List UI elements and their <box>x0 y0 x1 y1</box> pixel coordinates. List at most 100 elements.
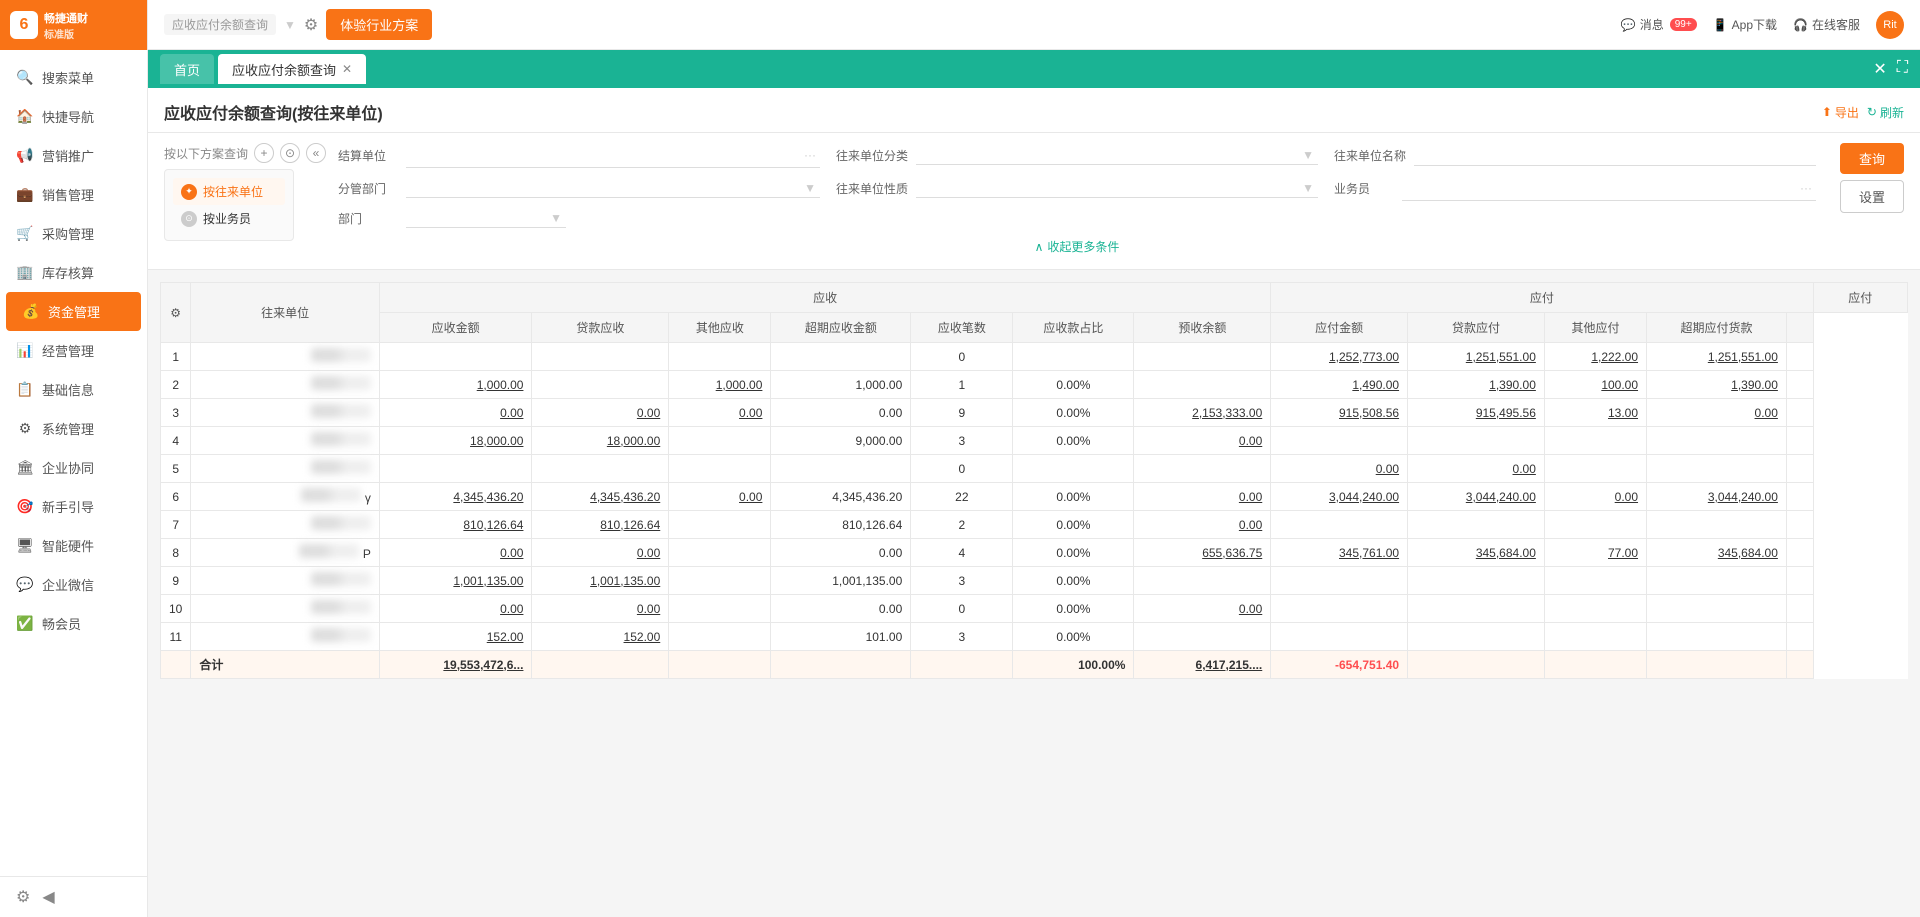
total-payable-amount: -654,751.40 <box>1271 651 1408 679</box>
app-download-action[interactable]: 📱 App下载 <box>1713 16 1777 33</box>
partner-cell <box>191 623 380 651</box>
export-button[interactable]: ⬆ 导出 <box>1822 104 1859 121</box>
filter-group-unit-category: 往来单位分类 ▼ <box>836 146 1318 165</box>
filter-label: 按以下方案查询 <box>164 145 248 162</box>
scheme-icon-unit: ✦ <box>181 184 197 200</box>
tab-close-all-icon[interactable]: ✕ <box>1873 59 1886 79</box>
table-row: 6γ4,345,436.204,345,436.200.004,345,436.… <box>161 483 1908 511</box>
th-payable-more: 应付 <box>1813 283 1907 313</box>
sidebar-item-label: 基础信息 <box>42 380 94 399</box>
marketing-icon: 📢 <box>16 147 34 165</box>
message-badge: 99+ <box>1670 18 1697 31</box>
sidebar-item-member[interactable]: ✅ 畅会员 <box>0 604 147 643</box>
tab-close-icon[interactable]: ✕ <box>342 62 352 76</box>
filter-settings-button[interactable]: ⊙ <box>280 143 300 163</box>
th-settings: ⚙ <box>161 283 191 343</box>
filter-group-unit-name: 往来单位名称 <box>1334 145 1816 166</box>
sidebar-item-basic[interactable]: 📋 基础信息 <box>0 370 147 409</box>
salesman-input[interactable] <box>1406 178 1800 198</box>
page-title: 应收应付余额查询(按往来单位) <box>164 100 383 124</box>
finance-icon: 💰 <box>22 303 40 321</box>
sidebar-item-hardware[interactable]: 🖥 智能硬件 <box>0 526 147 565</box>
unit-category-label: 往来单位分类 <box>836 147 908 164</box>
refresh-button[interactable]: ↻ 刷新 <box>1867 104 1904 121</box>
sidebar-item-label: 搜索菜单 <box>42 68 94 87</box>
sidebar-item-purchase[interactable]: 🛒 采购管理 <box>0 214 147 253</box>
sidebar-item-finance[interactable]: 💰 资金管理 <box>6 292 141 331</box>
settlement-unit-input[interactable] <box>410 145 804 165</box>
set-button[interactable]: 设置 <box>1840 180 1904 213</box>
message-icon: 💬 <box>1621 18 1636 32</box>
operations-icon: 📊 <box>16 342 34 360</box>
sidebar-item-operations[interactable]: 📊 经营管理 <box>0 331 147 370</box>
settings-icon[interactable]: ⚙ <box>16 887 30 907</box>
partner-cell <box>191 455 380 483</box>
dept-chevron-icon: ▼ <box>804 181 816 195</box>
enterprise-icon: 🏛 <box>16 459 34 477</box>
partner-cell <box>191 511 380 539</box>
header-gear-icon[interactable]: ⚙ <box>304 15 318 35</box>
tab-home[interactable]: 首页 <box>160 54 214 84</box>
sidebar-item-sales[interactable]: 💼 销售管理 <box>0 175 147 214</box>
tab-expand-icon[interactable]: ⛶ <box>1897 59 1908 79</box>
total-receivable-amount[interactable]: 19,553,472,6... <box>379 651 532 679</box>
logo-text: 畅捷通财 <box>44 10 88 26</box>
total-row: 合计 19,553,472,6... 100.00% 6,417,215....… <box>161 651 1908 679</box>
sidebar-item-quick-nav[interactable]: 🏠 快捷导航 <box>0 97 147 136</box>
table-row: 30.000.000.000.0090.00%2,153,333.00915,5… <box>161 399 1908 427</box>
th-payable-amount: 应付金额 <box>1271 313 1408 343</box>
total-prepaid-balance[interactable]: 6,417,215.... <box>1134 651 1271 679</box>
table-row: 7810,126.64810,126.64810,126.6420.00%0.0… <box>161 511 1908 539</box>
tab-balance-query[interactable]: 应收应付余额查询 ✕ <box>218 54 366 84</box>
tab-bar-actions: ✕ ⛶ <box>1873 59 1908 79</box>
th-partner: 往来单位 <box>191 283 380 343</box>
service-label: 在线客服 <box>1812 16 1860 33</box>
sidebar-item-system[interactable]: ⚙ 系统管理 <box>0 409 147 448</box>
table-settings-icon[interactable]: ⚙ <box>170 306 181 320</box>
table-row: 418,000.0018,000.009,000.0030.00%0.00 <box>161 427 1908 455</box>
salesman-label: 业务员 <box>1334 180 1394 197</box>
guide-icon: 🎯 <box>16 498 34 516</box>
th-more <box>1786 313 1813 343</box>
collapse-icon[interactable]: ◀ <box>42 887 54 907</box>
sidebar-item-label: 经营管理 <box>42 341 94 360</box>
search-menu-icon: 🔍 <box>16 69 34 87</box>
logo: 6 畅捷通财 标准版 <box>0 0 147 50</box>
service-action[interactable]: 🎧 在线客服 <box>1793 16 1860 33</box>
th-receivable-count: 应收笔数 <box>911 313 1013 343</box>
message-action[interactable]: 💬 消息 99+ <box>1621 16 1697 33</box>
sidebar-item-marketing[interactable]: 📢 营销推广 <box>0 136 147 175</box>
query-button[interactable]: 查询 <box>1840 143 1904 174</box>
filter-add-button[interactable]: + <box>254 143 274 163</box>
sidebar-item-guide[interactable]: 🎯 新手引导 <box>0 487 147 526</box>
scheme-item-by-staff[interactable]: ⊙ 按业务员 <box>173 205 285 232</box>
department-label: 部门 <box>338 210 398 227</box>
collapse-button[interactable]: ∧ 收起更多条件 <box>338 234 1816 259</box>
scheme-icon-staff: ⊙ <box>181 211 197 227</box>
partner-cell <box>191 399 380 427</box>
th-overdue-payable: 超期应付货款 <box>1647 313 1787 343</box>
scheme-item-by-unit[interactable]: ✦ 按往来单位 <box>173 178 285 205</box>
th-prepaid-balance: 预收余额 <box>1134 313 1271 343</box>
sidebar-item-inventory[interactable]: 🏢 库存核算 <box>0 253 147 292</box>
filter-group-settlement: 结算单位 ··· <box>338 143 820 168</box>
sidebar-item-wechat[interactable]: 💬 企业微信 <box>0 565 147 604</box>
logo-icon: 6 <box>10 11 38 39</box>
sidebar-item-enterprise[interactable]: 🏛 企业协同 <box>0 448 147 487</box>
th-other-payable: 其他应付 <box>1544 313 1646 343</box>
header-left: 应收应付余额查询 ▼ ⚙ 体验行业方案 <box>164 9 1609 40</box>
home-tab-label: 首页 <box>174 60 200 79</box>
solution-button[interactable]: 体验行业方案 <box>326 9 432 40</box>
user-avatar[interactable]: Rit <box>1876 11 1904 39</box>
th-loan-payable: 贷款应付 <box>1408 313 1545 343</box>
page-header-actions: ⬆ 导出 ↻ 刷新 <box>1822 104 1904 121</box>
refresh-icon: ↻ <box>1867 105 1877 119</box>
sidebar-item-search-menu[interactable]: 🔍 搜索菜单 <box>0 58 147 97</box>
sidebar-item-label: 系统管理 <box>42 419 94 438</box>
sidebar-item-label: 畅会员 <box>42 614 81 633</box>
unit-name-input[interactable] <box>1414 145 1816 166</box>
partner-cell: P <box>191 539 380 567</box>
partner-cell <box>191 567 380 595</box>
sidebar-nav: 🔍 搜索菜单 🏠 快捷导航 📢 营销推广 💼 销售管理 🛒 采购管理 🏢 库存核… <box>0 50 147 876</box>
filter-collapse-button[interactable]: « <box>306 143 326 163</box>
